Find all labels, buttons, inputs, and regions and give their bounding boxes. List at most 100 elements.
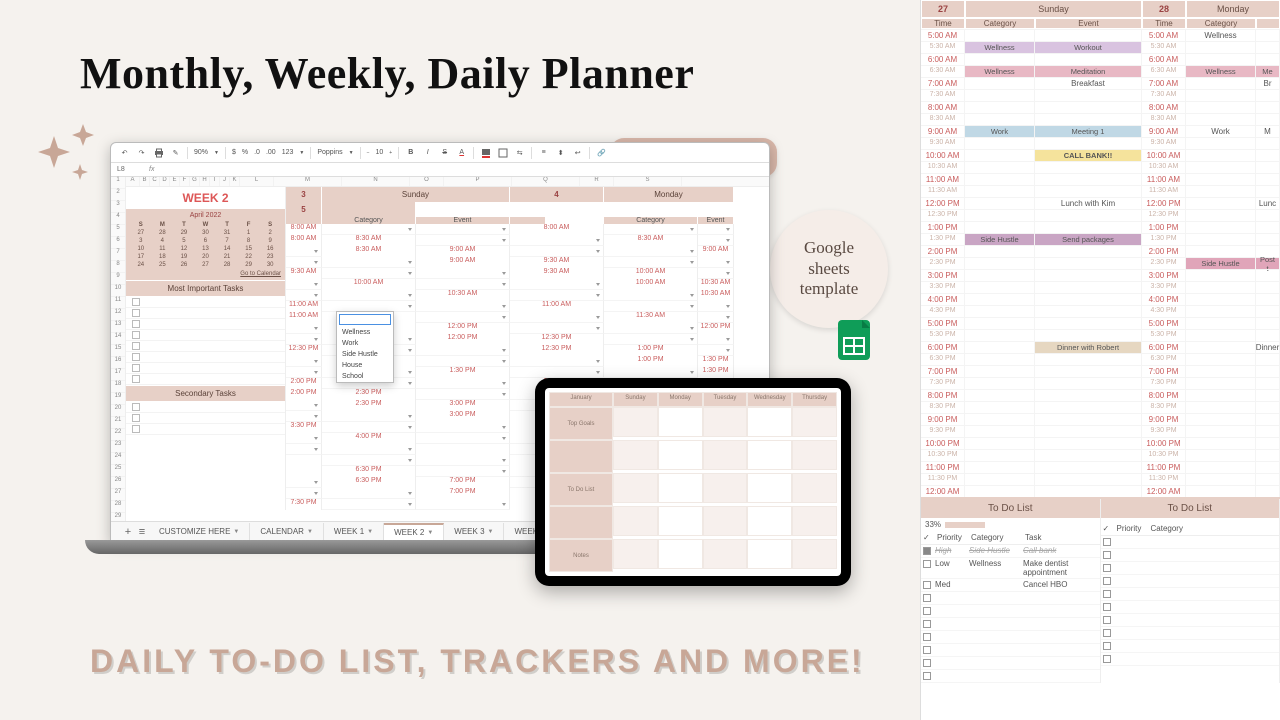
category-cell[interactable] bbox=[286, 444, 322, 455]
undo-icon[interactable]: ↶ bbox=[119, 147, 130, 158]
align-icon[interactable]: ≡ bbox=[538, 147, 549, 158]
task-row[interactable] bbox=[126, 402, 285, 413]
dropdown-input[interactable] bbox=[339, 314, 391, 325]
rp-event[interactable] bbox=[1256, 461, 1280, 473]
rp-category[interactable] bbox=[1186, 245, 1256, 257]
rp-event[interactable] bbox=[1256, 221, 1280, 233]
rp-event[interactable] bbox=[1256, 317, 1280, 329]
checkbox-icon[interactable] bbox=[1103, 590, 1111, 598]
merge-icon[interactable]: ⇆ bbox=[514, 147, 525, 158]
todo-row[interactable] bbox=[921, 631, 1100, 644]
category-cell[interactable] bbox=[416, 466, 510, 477]
rp-event[interactable] bbox=[1256, 305, 1280, 317]
rp-category[interactable] bbox=[1186, 221, 1256, 233]
checkbox-icon[interactable] bbox=[1103, 603, 1111, 611]
rp-event[interactable]: Me bbox=[1256, 65, 1280, 77]
tablet-cell[interactable] bbox=[792, 407, 837, 437]
sheet-tab[interactable]: CALENDAR ▼ bbox=[250, 523, 324, 540]
rp-event[interactable]: Lunc bbox=[1256, 197, 1280, 209]
checkbox-icon[interactable] bbox=[132, 414, 140, 422]
rp-event[interactable] bbox=[1256, 113, 1280, 125]
event-cell[interactable] bbox=[416, 301, 510, 312]
tablet-cell[interactable] bbox=[703, 539, 748, 569]
rp-category[interactable] bbox=[965, 137, 1035, 149]
event-cell[interactable] bbox=[698, 301, 734, 312]
rp-category[interactable] bbox=[1186, 317, 1256, 329]
rp-event[interactable] bbox=[1256, 89, 1280, 101]
rp-event[interactable] bbox=[1256, 437, 1280, 449]
rp-event[interactable] bbox=[1035, 137, 1142, 149]
checkbox-icon[interactable] bbox=[132, 375, 140, 383]
rp-event[interactable] bbox=[1035, 437, 1142, 449]
category-cell[interactable] bbox=[604, 301, 698, 312]
checkbox-icon[interactable] bbox=[923, 672, 931, 680]
rp-event[interactable] bbox=[1256, 425, 1280, 437]
event-cell[interactable] bbox=[286, 356, 322, 367]
strike-icon[interactable]: S bbox=[439, 147, 450, 158]
rp-event[interactable] bbox=[1035, 353, 1142, 365]
task-row[interactable] bbox=[126, 363, 285, 374]
category-cell[interactable] bbox=[604, 334, 698, 345]
checkbox-icon[interactable] bbox=[1103, 616, 1111, 624]
sheet-tab[interactable]: WEEK 2 ▼ bbox=[384, 523, 444, 540]
rp-event[interactable] bbox=[1256, 329, 1280, 341]
rp-event[interactable] bbox=[1035, 305, 1142, 317]
tablet-cell[interactable] bbox=[613, 407, 658, 437]
rp-event[interactable] bbox=[1256, 269, 1280, 281]
rp-category[interactable] bbox=[965, 377, 1035, 389]
rp-event[interactable] bbox=[1035, 461, 1142, 473]
rp-category[interactable] bbox=[1186, 293, 1256, 305]
rp-event[interactable]: Dinner bbox=[1256, 341, 1280, 353]
rp-category[interactable] bbox=[1186, 269, 1256, 281]
category-cell[interactable] bbox=[286, 367, 322, 378]
event-cell[interactable] bbox=[322, 488, 416, 499]
todo-row[interactable]: HighSide HustleCall bank bbox=[921, 545, 1100, 558]
rp-event[interactable] bbox=[1256, 353, 1280, 365]
rp-event[interactable] bbox=[1035, 473, 1142, 485]
todo-row[interactable] bbox=[1101, 536, 1280, 549]
rp-event[interactable] bbox=[1035, 365, 1142, 377]
rp-event[interactable] bbox=[1256, 389, 1280, 401]
rp-category[interactable] bbox=[1186, 461, 1256, 473]
rp-event[interactable] bbox=[1256, 365, 1280, 377]
rp-category[interactable] bbox=[965, 281, 1035, 293]
rp-category[interactable] bbox=[1186, 89, 1256, 101]
checkbox-icon[interactable] bbox=[1103, 655, 1111, 663]
rp-event[interactable] bbox=[1256, 449, 1280, 461]
checkbox-icon[interactable] bbox=[923, 620, 931, 628]
go-to-calendar-link[interactable]: Go to Calendar bbox=[130, 269, 281, 277]
rp-event[interactable]: Dinner with Robert bbox=[1035, 341, 1142, 353]
rp-category[interactable] bbox=[965, 341, 1035, 353]
event-cell[interactable] bbox=[698, 224, 734, 235]
checkbox-icon[interactable] bbox=[923, 607, 931, 615]
checkbox-icon[interactable] bbox=[132, 425, 140, 433]
rp-category[interactable]: Wellness bbox=[1186, 29, 1256, 41]
tablet-cell[interactable] bbox=[658, 440, 703, 470]
todo-row[interactable]: LowWellnessMake dentist appointment bbox=[921, 558, 1100, 579]
rp-event[interactable] bbox=[1256, 377, 1280, 389]
task-row[interactable] bbox=[126, 413, 285, 424]
checkbox-icon[interactable] bbox=[132, 309, 140, 317]
todo-row[interactable] bbox=[921, 644, 1100, 657]
task-row[interactable] bbox=[126, 341, 285, 352]
bold-icon[interactable]: B bbox=[405, 147, 416, 158]
sheet-tab[interactable]: WEEK 3 ▼ bbox=[444, 523, 504, 540]
rp-category[interactable] bbox=[965, 461, 1035, 473]
sheet-tab[interactable]: WEEK 1 ▼ bbox=[324, 523, 384, 540]
rp-event[interactable] bbox=[1035, 449, 1142, 461]
checkbox-icon[interactable] bbox=[1103, 577, 1111, 585]
rp-category[interactable] bbox=[1186, 53, 1256, 65]
checkbox-icon[interactable] bbox=[923, 560, 931, 568]
rp-event[interactable] bbox=[1035, 317, 1142, 329]
rp-category[interactable] bbox=[965, 29, 1035, 41]
rp-event[interactable]: Post t bbox=[1256, 257, 1280, 269]
rp-category[interactable] bbox=[965, 329, 1035, 341]
rp-category[interactable] bbox=[1186, 233, 1256, 245]
category-cell[interactable] bbox=[416, 389, 510, 400]
rp-category[interactable] bbox=[965, 317, 1035, 329]
rp-category[interactable] bbox=[1186, 365, 1256, 377]
todo-row[interactable] bbox=[921, 618, 1100, 631]
event-cell[interactable] bbox=[286, 279, 322, 290]
checkbox-icon[interactable] bbox=[132, 298, 140, 306]
rp-event[interactable] bbox=[1035, 173, 1142, 185]
